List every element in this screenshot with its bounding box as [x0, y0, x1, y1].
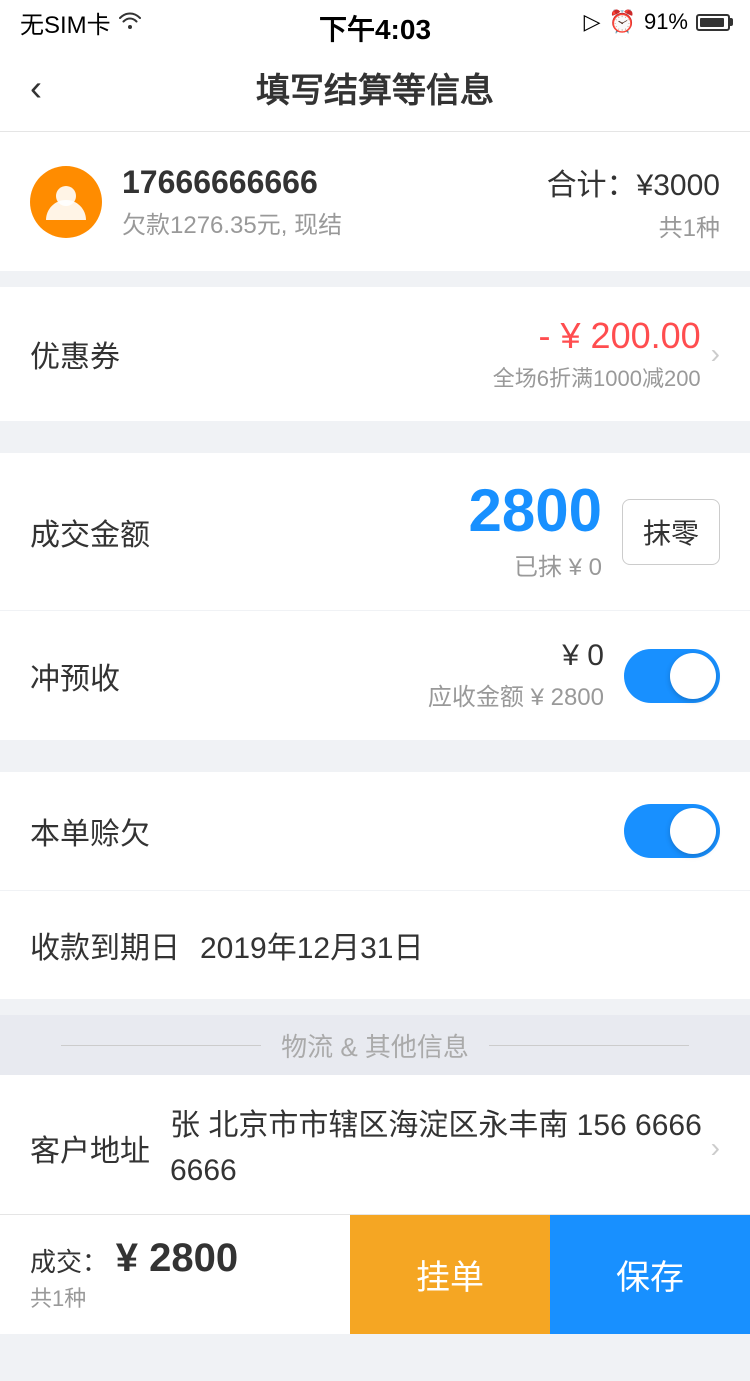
coupon-label: 优惠券	[30, 332, 120, 376]
deal-section: 成交金额 2800 已抹 ¥ 0 抹零 冲预收 ¥ 0 应收金额 ¥ 2800	[0, 453, 750, 740]
location-icon: ▷	[584, 9, 601, 35]
customer-card: 17666666666 欠款1276.35元, 现结 合计：¥3000 共1种	[0, 132, 750, 271]
carrier-text: 无SIM卡	[20, 5, 111, 40]
deal-amount-row: 成交金额 2800 已抹 ¥ 0 抹零	[0, 453, 750, 610]
battery-percent: 91%	[644, 9, 688, 35]
address-chevron-icon: ›	[711, 1132, 720, 1164]
arrearage-label: 本单赊欠	[30, 809, 150, 853]
status-bar: 无SIM卡 下午4:03 ▷ ⏰ 91%	[0, 0, 750, 44]
divider-line-left	[61, 1045, 261, 1046]
bottom-bar: 成交： ¥ 2800 共1种 挂单 保存	[0, 1214, 750, 1334]
duedate-row: 收款到期日 2019年12月31日	[0, 890, 750, 999]
duedate-value: 2019年12月31日	[200, 923, 423, 967]
section-divider-text: 物流 & 其他信息	[261, 1027, 489, 1064]
section-divider: 物流 & 其他信息	[0, 1015, 750, 1075]
status-left: 无SIM卡	[20, 5, 141, 40]
avatar	[30, 166, 102, 238]
deal-amount-value: 2800	[469, 481, 602, 541]
wipe-zero-button[interactable]: 抹零	[622, 499, 720, 565]
customer-total: 合计：¥3000 共1种	[547, 160, 720, 243]
page-title: 填写结算等信息	[256, 63, 494, 112]
prepay-row: 冲预收 ¥ 0 应收金额 ¥ 2800	[0, 610, 750, 740]
address-label: 客户地址	[30, 1126, 150, 1170]
deal-price: ¥ 2800	[116, 1236, 238, 1280]
item-count: 共1种	[547, 208, 720, 243]
deal-amount-area: 2800 已抹 ¥ 0 抹零	[469, 481, 721, 582]
hold-button[interactable]: 挂单	[350, 1215, 550, 1334]
customer-info: 17666666666 欠款1276.35元, 现结	[122, 164, 342, 240]
battery-icon	[696, 14, 730, 31]
coupon-discount: - ¥ 200.00 全场6折满1000减200	[493, 315, 701, 393]
deal-text: 成交：	[30, 1247, 108, 1277]
divider-line-right	[489, 1045, 689, 1046]
status-time: 下午4:03	[319, 8, 431, 48]
bottom-deal-label: 成交： ¥ 2800	[30, 1236, 320, 1281]
arrearage-toggle[interactable]	[624, 804, 720, 858]
deal-amount-label: 成交金额	[30, 510, 150, 554]
section-gap-1	[0, 437, 750, 453]
coupon-desc: 全场6折满1000减200	[493, 361, 701, 393]
chevron-right-icon: ›	[711, 338, 720, 370]
arrearage-row: 本单赊欠	[0, 772, 750, 890]
customer-phone: 17666666666	[122, 164, 342, 201]
prepay-right: ¥ 0 应收金额 ¥ 2800	[428, 639, 720, 712]
coupon-amount: - ¥ 200.00	[493, 315, 701, 357]
total-amount: 合计：¥3000	[547, 160, 720, 204]
main-content: 17666666666 欠款1276.35元, 现结 合计：¥3000 共1种 …	[0, 132, 750, 1381]
coupon-row[interactable]: 优惠券 - ¥ 200.00 全场6折满1000减200 ›	[0, 287, 750, 421]
section-gap-2	[0, 756, 750, 772]
deal-wiped: 已抹 ¥ 0	[469, 547, 602, 582]
customer-left: 17666666666 欠款1276.35元, 现结	[30, 164, 342, 240]
arrearage-section: 本单赊欠 收款到期日 2019年12月31日	[0, 772, 750, 999]
bottom-count: 共1种	[30, 1281, 320, 1313]
deal-amount-col: 2800 已抹 ¥ 0	[469, 481, 602, 582]
save-button[interactable]: 保存	[550, 1215, 750, 1334]
wifi-icon	[119, 8, 141, 36]
coupon-right: - ¥ 200.00 全场6折满1000减200 ›	[493, 315, 720, 393]
status-right: ▷ ⏰ 91%	[584, 9, 730, 35]
prepay-label: 冲预收	[30, 654, 120, 698]
address-row[interactable]: 客户地址 张 北京市市辖区海淀区永丰南 156 6666 6666 ›	[0, 1075, 750, 1221]
alarm-icon: ⏰	[609, 9, 636, 35]
prepay-amount-col: ¥ 0 应收金额 ¥ 2800	[428, 639, 604, 712]
prepay-receivable: 应收金额 ¥ 2800	[428, 677, 604, 712]
duedate-label: 收款到期日	[30, 923, 180, 967]
prepay-toggle[interactable]	[624, 649, 720, 703]
address-value: 张 北京市市辖区海淀区永丰南 156 6666 6666	[170, 1103, 711, 1193]
prepay-amount: ¥ 0	[428, 639, 604, 673]
nav-bar: ‹ 填写结算等信息	[0, 44, 750, 132]
back-button[interactable]: ‹	[20, 57, 52, 119]
bottom-summary: 成交： ¥ 2800 共1种	[0, 1236, 350, 1313]
customer-debt: 欠款1276.35元, 现结	[122, 205, 342, 240]
